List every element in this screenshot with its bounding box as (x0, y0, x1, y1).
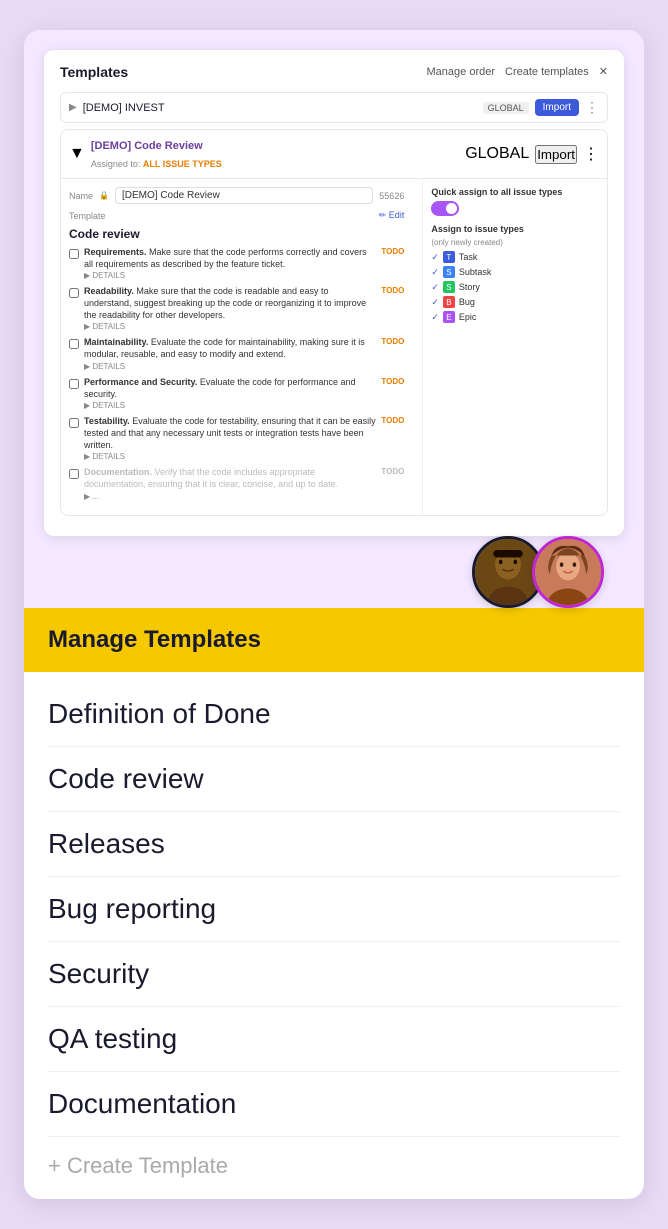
checklist-item-requirements: Requirements. Make sure that the code pe… (69, 247, 404, 280)
name-input[interactable] (115, 187, 373, 204)
task-icon: T (443, 251, 455, 263)
todo-badge-requirements: TODO (381, 247, 404, 256)
issue-type-story: ✓ S Story (431, 281, 599, 293)
modal-title: Templates (60, 64, 128, 80)
details-maintainability[interactable]: DETAILS (84, 362, 376, 371)
templates-modal: Templates Manage order Create templates … (44, 50, 624, 536)
details-readability[interactable]: DETAILS (84, 322, 376, 331)
menu-item-releases[interactable]: Releases (48, 812, 620, 877)
todo-badge-documentation: TODO (381, 467, 404, 476)
epic-icon: E (443, 311, 455, 323)
checklist-item-performance: Performance and Security. Evaluate the c… (69, 377, 404, 410)
menu-item-qa-testing[interactable]: QA testing (48, 1007, 620, 1072)
left-panel: Name 🔒 55626 Template ✏ Edit Code review (61, 179, 412, 515)
template-name-invest: [DEMO] INVEST (83, 102, 477, 114)
name-label: Name (69, 191, 93, 201)
quick-assign-toggle[interactable] (431, 201, 459, 216)
assigned-label: Assigned to: (91, 159, 143, 169)
check-epic[interactable]: ✓ (431, 312, 439, 323)
yellow-banner: Manage Templates (24, 608, 644, 672)
assigned-types: ALL ISSUE TYPES (143, 159, 222, 169)
checklist-item-testability: Testability. Evaluate the code for testa… (69, 416, 404, 461)
checklist-item-documentation: Documentation. Verify that the code incl… (69, 467, 404, 500)
close-icon[interactable]: ✕ (599, 67, 608, 78)
avatar-female-face (535, 539, 601, 605)
subtask-label: Subtask (459, 267, 492, 277)
template-label: Template (69, 211, 106, 221)
toggle-container[interactable] (431, 201, 599, 216)
id-value: 55626 (379, 191, 404, 201)
more-options-icon-invest[interactable]: ⋮ (585, 99, 599, 116)
checkbox-readability[interactable] (69, 288, 79, 298)
template-row-invest: ▶ [DEMO] INVEST GLOBAL Import ⋮ (60, 92, 608, 123)
id-icon: 🔒 (99, 191, 109, 200)
screenshot-panel: Templates Manage order Create templates … (24, 30, 644, 608)
assign-title: Assign to issue types (431, 224, 599, 234)
menu-list: Definition of Done Code review Releases … (24, 672, 644, 1199)
issue-type-bug: ✓ B Bug (431, 296, 599, 308)
details-performance[interactable]: DETAILS (84, 401, 376, 410)
modal-header: Templates Manage order Create templates … (60, 64, 608, 80)
menu-item-security[interactable]: Security (48, 942, 620, 1007)
issue-type-subtask: ✓ S Subtask (431, 266, 599, 278)
checkbox-requirements[interactable] (69, 249, 79, 259)
avatar-female (532, 536, 604, 608)
todo-badge-performance: TODO (381, 377, 404, 386)
task-label: Task (459, 252, 478, 262)
assign-subtitle: (only newly created) (431, 238, 599, 247)
main-card: Templates Manage order Create templates … (24, 30, 644, 1199)
chevron-right-icon: ▶ (69, 102, 77, 113)
issue-type-epic: ✓ E Epic (431, 311, 599, 323)
tag-global-code-review: GLOBAL (465, 145, 529, 163)
check-bug[interactable]: ✓ (431, 297, 439, 308)
template-name-code-review: [DEMO] Code Review (91, 140, 203, 152)
details-testability[interactable]: DETAILS (84, 452, 376, 461)
name-field-row: Name 🔒 55626 (69, 187, 404, 204)
bug-icon: B (443, 296, 455, 308)
check-task[interactable]: ✓ (431, 252, 439, 263)
todo-badge-maintainability: TODO (381, 337, 404, 346)
checklist-item-maintainability: Maintainability. Evaluate the code for m… (69, 337, 404, 370)
import-button-invest[interactable]: Import (535, 99, 579, 116)
story-label: Story (459, 282, 480, 292)
avatar-row (44, 526, 624, 608)
menu-item-bug-reporting[interactable]: Bug reporting (48, 877, 620, 942)
checkbox-documentation[interactable] (69, 469, 79, 479)
manage-order-link[interactable]: Manage order (427, 66, 496, 78)
details-documentation[interactable]: ... (84, 492, 376, 501)
check-story[interactable]: ✓ (431, 282, 439, 293)
template-row-code-review: ▼ [DEMO] Code Review Assigned to: ALL IS… (60, 129, 608, 516)
details-requirements[interactable]: DETAILS (84, 271, 376, 280)
quick-assign-title: Quick assign to all issue types (431, 187, 599, 197)
checklist-item-readability: Readability. Make sure that the code is … (69, 286, 404, 331)
check-subtask[interactable]: ✓ (431, 267, 439, 278)
todo-badge-readability: TODO (381, 286, 404, 295)
tag-global-invest: GLOBAL (483, 102, 529, 114)
todo-badge-testability: TODO (381, 416, 404, 425)
create-template-button[interactable]: + Create Template (48, 1137, 620, 1179)
edit-button[interactable]: ✏ Edit (379, 210, 405, 221)
subtask-icon: S (443, 266, 455, 278)
banner-text: Manage Templates (48, 626, 261, 653)
checkbox-testability[interactable] (69, 418, 79, 428)
bug-label: Bug (459, 297, 475, 307)
create-templates-link[interactable]: Create templates (505, 66, 589, 78)
import-button-code-review[interactable]: Import (535, 145, 577, 164)
menu-item-code-review[interactable]: Code review (48, 747, 620, 812)
checkbox-performance[interactable] (69, 379, 79, 389)
expanded-body: Name 🔒 55626 Template ✏ Edit Code review (61, 179, 607, 515)
menu-item-documentation[interactable]: Documentation (48, 1072, 620, 1137)
more-options-icon-code-review[interactable]: ⋮ (583, 144, 599, 164)
template-field-row: Template ✏ Edit (69, 210, 404, 221)
issue-type-task: ✓ T Task (431, 251, 599, 263)
section-title: Code review (69, 227, 404, 241)
chevron-down-icon: ▼ (69, 145, 85, 163)
modal-actions: Manage order Create templates ✕ (427, 66, 608, 78)
right-panel: Quick assign to all issue types Assign t… (422, 179, 607, 515)
checkbox-maintainability[interactable] (69, 339, 79, 349)
expanded-header: ▼ [DEMO] Code Review Assigned to: ALL IS… (61, 130, 607, 179)
menu-item-definition-of-done[interactable]: Definition of Done (48, 682, 620, 747)
story-icon: S (443, 281, 455, 293)
epic-label: Epic (459, 312, 477, 322)
